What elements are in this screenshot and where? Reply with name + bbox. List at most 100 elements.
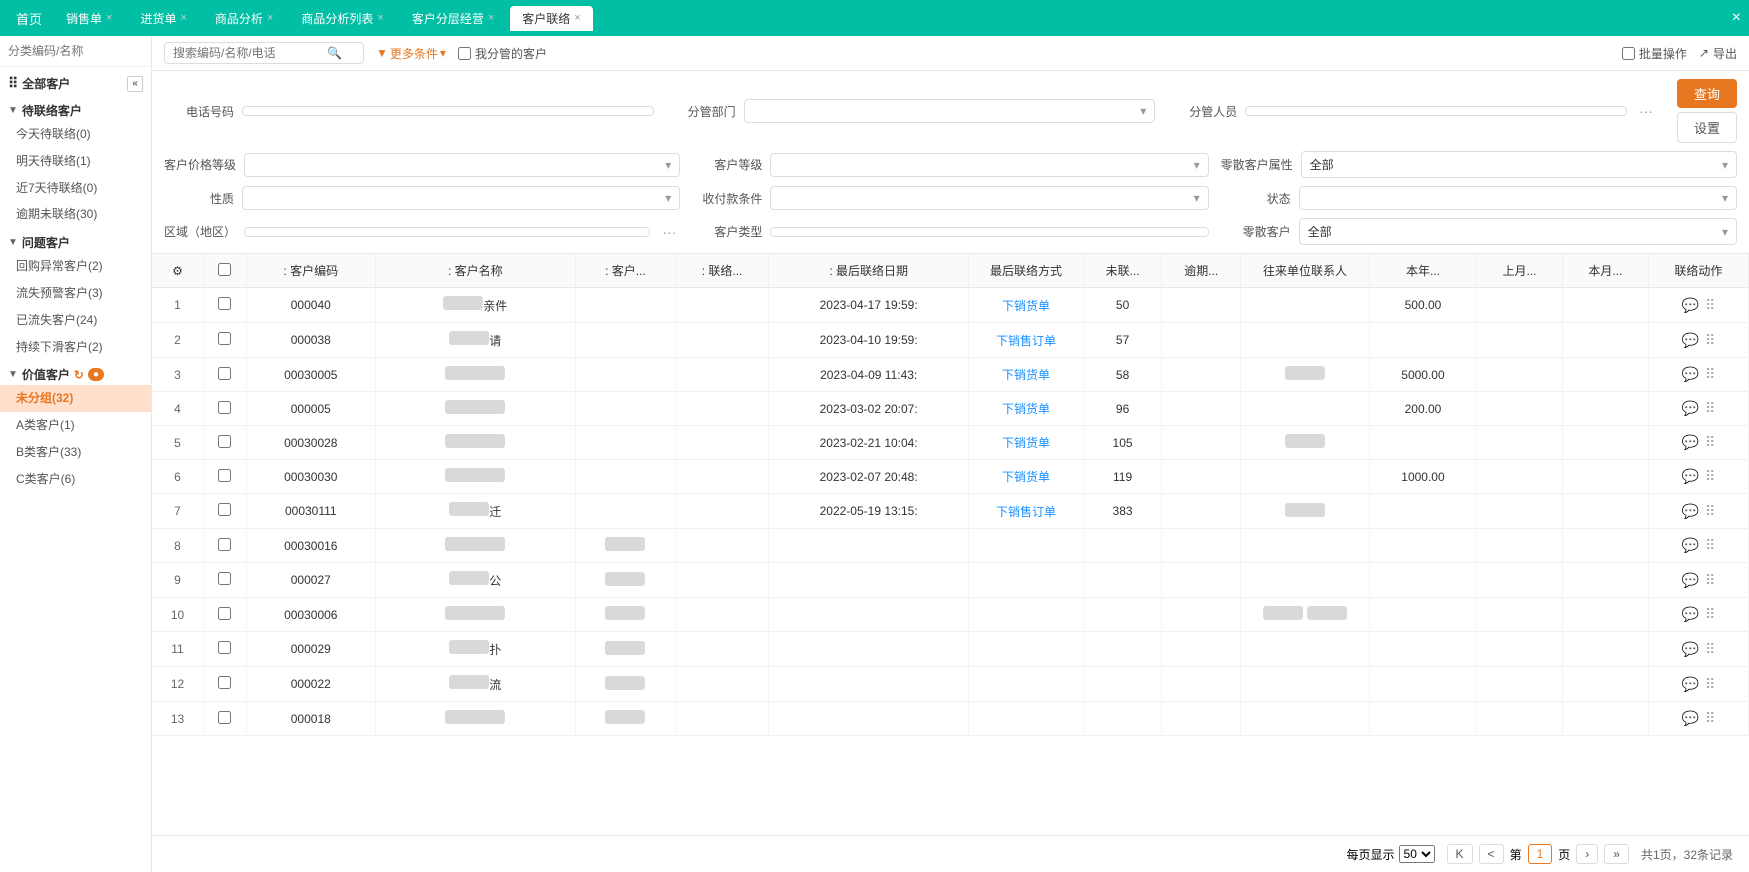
chat-icon[interactable]: 💬 [1682, 297, 1699, 314]
more-conditions-btn[interactable]: ▼ 更多条件 ▾ [376, 45, 446, 62]
area-dots[interactable]: ··· [658, 224, 680, 240]
last-page-btn[interactable]: » [1604, 844, 1629, 864]
retail-attr-input[interactable]: 全部 ▾ [1301, 151, 1737, 178]
chat-icon[interactable]: 💬 [1682, 503, 1699, 520]
first-page-btn[interactable]: K [1447, 844, 1473, 864]
price-level-input[interactable]: ▾ [244, 153, 680, 177]
grid-action-icon[interactable]: ⠿ [1705, 366, 1715, 383]
grid-action-icon[interactable]: ⠿ [1705, 710, 1715, 727]
close-tab-product-analysis[interactable]: × [267, 12, 273, 24]
col-header-overdue[interactable]: 逾期... [1162, 254, 1241, 288]
next-page-btn[interactable]: › [1576, 844, 1598, 864]
close-tab-customer-tier[interactable]: × [488, 12, 494, 24]
payment-input[interactable]: ▾ [770, 186, 1208, 210]
close-all-tabs[interactable]: × [1732, 9, 1741, 27]
grid-action-icon[interactable]: ⠿ [1705, 468, 1715, 485]
grid-action-icon[interactable]: ⠿ [1705, 606, 1715, 623]
row-check[interactable] [204, 392, 247, 426]
grid-action-icon[interactable]: ⠿ [1705, 641, 1715, 658]
grid-action-icon[interactable]: ⠿ [1705, 297, 1715, 314]
row-check[interactable] [204, 323, 247, 358]
col-header-type[interactable]: : 客户... [575, 254, 675, 288]
sidebar-item-ungroup[interactable]: 未分组(32) [0, 385, 151, 412]
batch-op-btn[interactable]: 批量操作 [1622, 45, 1687, 62]
sidebar-search-box[interactable]: 🔍 [0, 36, 151, 67]
my-customers-check[interactable] [458, 47, 471, 60]
col-header-days[interactable]: 未联... [1083, 254, 1162, 288]
close-tab-purchase[interactable]: × [180, 12, 186, 24]
sidebar-search-input[interactable] [8, 44, 152, 58]
chat-icon[interactable]: 💬 [1682, 537, 1699, 554]
col-header-person[interactable]: 往来单位联系人 [1241, 254, 1370, 288]
sidebar-item-7days[interactable]: 近7天待联络(0) [0, 175, 151, 202]
area-input[interactable] [244, 227, 650, 237]
sidebar-item-declining[interactable]: 持续下滑客户(2) [0, 334, 151, 361]
status-input[interactable]: ▾ [1299, 186, 1737, 210]
close-tab-product-list[interactable]: × [377, 12, 383, 24]
sidebar-item-c-class[interactable]: C类客户(6) [0, 466, 151, 493]
manager-dots[interactable]: ··· [1635, 103, 1657, 119]
sidebar-item-churned[interactable]: 已流失客户(24) [0, 307, 151, 334]
page-size-selector[interactable]: 每页显示 50 [1347, 845, 1435, 863]
row-check[interactable] [204, 598, 247, 632]
col-header-name[interactable]: : 客户名称 [375, 254, 575, 288]
grid-action-icon[interactable]: ⠿ [1705, 332, 1715, 349]
close-tab-sales[interactable]: × [106, 12, 112, 24]
grid-action-icon[interactable]: ⠿ [1705, 400, 1715, 417]
col-header-code[interactable]: : 客户编码 [246, 254, 375, 288]
collapse-sidebar-btn[interactable]: « [127, 76, 143, 92]
tab-sales[interactable]: 销售单 × [54, 6, 124, 31]
sidebar-item-tomorrow[interactable]: 明天待联络(1) [0, 148, 151, 175]
chat-icon[interactable]: 💬 [1682, 332, 1699, 349]
col-header-contact[interactable]: : 联络... [676, 254, 769, 288]
row-check[interactable] [204, 632, 247, 667]
chat-icon[interactable]: 💬 [1682, 676, 1699, 693]
customer-level-input[interactable]: ▾ [770, 153, 1208, 177]
row-check[interactable] [204, 426, 247, 460]
grid-action-icon[interactable]: ⠿ [1705, 676, 1715, 693]
row-check[interactable] [204, 702, 247, 736]
col-header-lastmonth[interactable]: 上月... [1477, 254, 1563, 288]
tab-customer-contact[interactable]: 客户联络 × [510, 6, 592, 31]
col-header-thisyear[interactable]: 本年... [1369, 254, 1476, 288]
query-button[interactable]: 查询 [1677, 79, 1737, 108]
tab-purchase[interactable]: 进货单 × [128, 6, 198, 31]
sidebar-item-churn-warning[interactable]: 流失预警客户(3) [0, 280, 151, 307]
tab-product-analysis[interactable]: 商品分析 × [203, 6, 285, 31]
row-check[interactable] [204, 494, 247, 529]
reset-button[interactable]: 设置 [1677, 112, 1737, 143]
main-search-box[interactable]: 🔍 [164, 42, 364, 64]
chat-icon[interactable]: 💬 [1682, 468, 1699, 485]
chat-icon[interactable]: 💬 [1682, 366, 1699, 383]
retail-customer-input[interactable]: 全部 ▾ [1299, 218, 1737, 245]
col-header-check[interactable] [204, 254, 247, 288]
grid-action-icon[interactable]: ⠿ [1705, 572, 1715, 589]
sidebar-item-abnormal[interactable]: 回购异常客户(2) [0, 253, 151, 280]
batch-op-check[interactable] [1622, 47, 1635, 60]
problem-expand-icon[interactable]: ▼ [8, 237, 18, 248]
col-header-date[interactable]: : 最后联络日期 [769, 254, 969, 288]
sidebar-item-a-class[interactable]: A类客户(1) [0, 412, 151, 439]
customer-type-input[interactable] [770, 227, 1208, 237]
row-check[interactable] [204, 667, 247, 702]
chat-icon[interactable]: 💬 [1682, 710, 1699, 727]
main-search-icon[interactable]: 🔍 [327, 46, 342, 60]
chat-icon[interactable]: 💬 [1682, 641, 1699, 658]
col-header-method[interactable]: 最后联络方式 [969, 254, 1083, 288]
grid-action-icon[interactable]: ⠿ [1705, 503, 1715, 520]
page-size-select[interactable]: 50 [1399, 845, 1435, 863]
manager-input[interactable] [1245, 106, 1627, 116]
select-all-check[interactable] [218, 263, 231, 276]
grid-action-icon[interactable]: ⠿ [1705, 537, 1715, 554]
chat-icon[interactable]: 💬 [1682, 400, 1699, 417]
my-customers-checkbox[interactable]: 我分管的客户 [458, 45, 547, 62]
export-btn[interactable]: ↗ 导出 [1699, 45, 1737, 62]
pending-expand-icon[interactable]: ▼ [8, 105, 18, 116]
gender-input[interactable]: ▾ [242, 186, 680, 210]
tab-customer-tier[interactable]: 客户分层经营 × [400, 6, 506, 31]
main-search-input[interactable] [173, 46, 323, 60]
row-check[interactable] [204, 288, 247, 323]
row-check[interactable] [204, 460, 247, 494]
col-header-thismonth[interactable]: 本月... [1562, 254, 1648, 288]
row-check[interactable] [204, 563, 247, 598]
